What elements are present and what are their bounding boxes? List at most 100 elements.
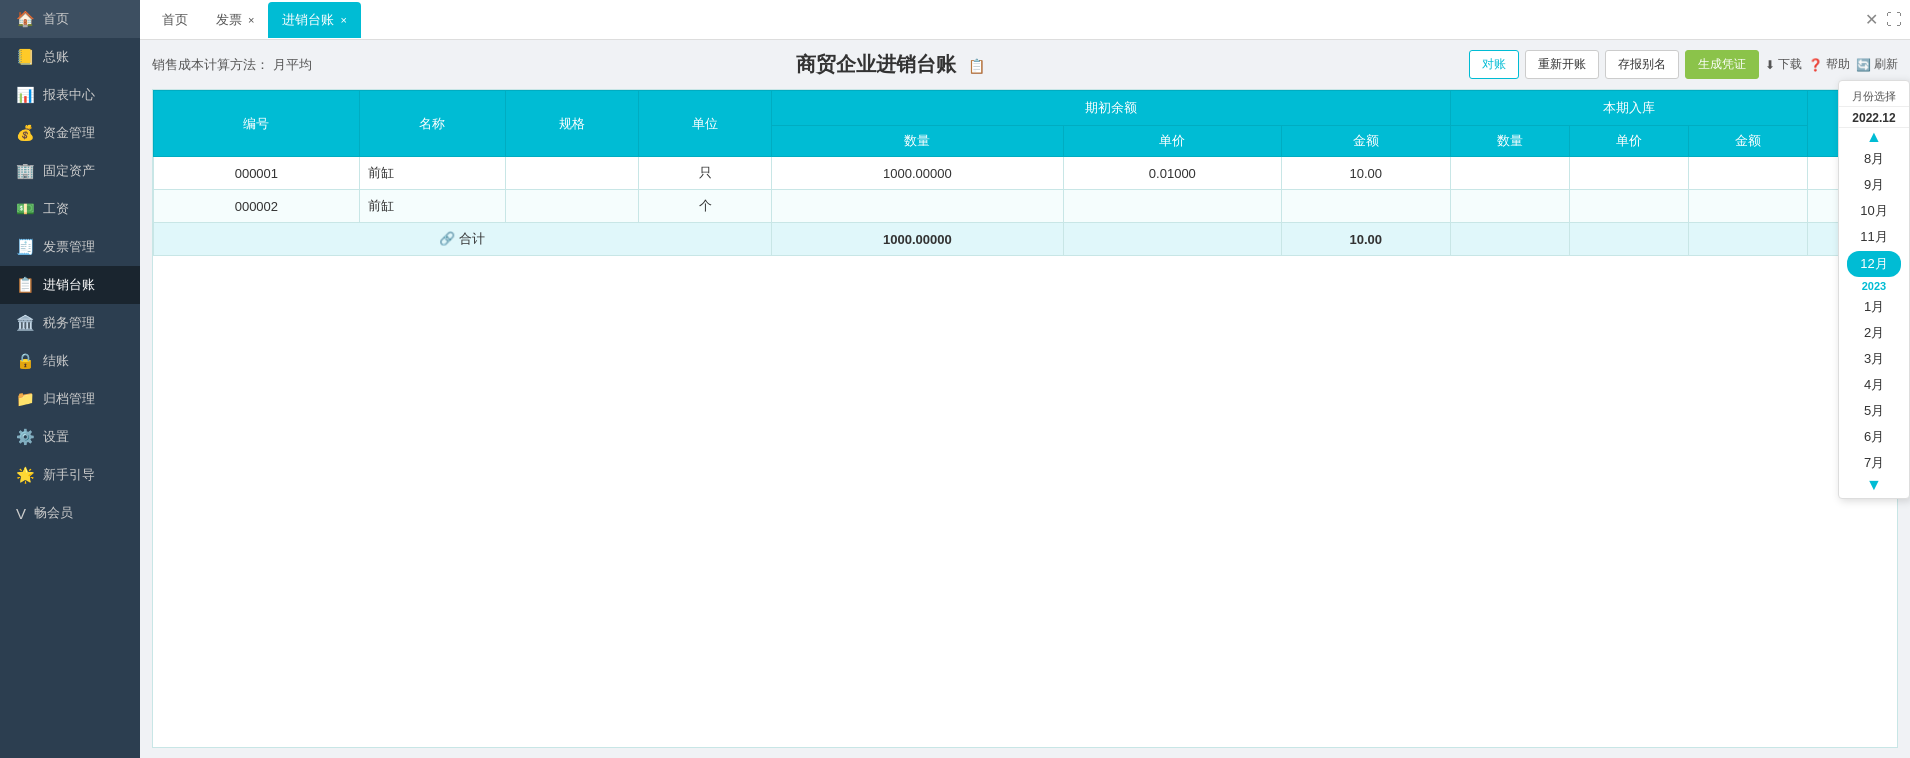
content-area: 销售成本计算方法： 月平均 商贸企业进销台账 📋 对账 重新开账 存报别名 生成… xyxy=(140,40,1910,758)
cell-spec xyxy=(506,157,639,190)
col-init-price: 单价 xyxy=(1063,126,1281,157)
page-title: 商贸企业进销台账 📋 xyxy=(320,51,1461,78)
title-text: 商贸企业进销台账 xyxy=(796,53,956,75)
sidebar-item-purchase-sales[interactable]: 📋进销台账 xyxy=(0,266,140,304)
cell-unit: 个 xyxy=(639,190,772,223)
col-in-amount: 金额 xyxy=(1689,126,1808,157)
table-header-row1: 编号 名称 规格 单位 期初余额 本期入库 数 xyxy=(154,91,1897,126)
sidebar-item-guide[interactable]: 🌟新手引导 xyxy=(0,456,140,494)
tab-purchase-sales-tab[interactable]: 进销台账 × xyxy=(268,2,360,38)
month-scroll-down-button[interactable]: ▼ xyxy=(1866,476,1882,494)
year-2023-label: 2023 xyxy=(1839,278,1909,294)
sidebar-label-close: 结账 xyxy=(43,352,69,370)
cell-code: 000001 xyxy=(154,157,360,190)
sidebar-item-payroll[interactable]: 💵工资 xyxy=(0,190,140,228)
download-button[interactable]: ⬇ 下载 xyxy=(1765,56,1802,73)
sidebar-label-vip: 畅会员 xyxy=(34,504,73,522)
month-panel-title: 月份选择 xyxy=(1839,85,1909,107)
reopen-button[interactable]: 重新开账 xyxy=(1525,50,1599,79)
close-icon: 🔒 xyxy=(16,352,35,370)
cell-name: 前缸 xyxy=(359,190,505,223)
help-icon: ❓ xyxy=(1808,58,1823,72)
main-area: 首页 发票 × 进销台账 × ✕ ⛶ 销售成本计算方法： 月平均 商贸企业进销台账 📋 … xyxy=(140,0,1910,758)
home-icon: 🏠 xyxy=(16,10,35,28)
cost-label-text: 销售成本计算方法： xyxy=(152,57,269,72)
month-2023-1[interactable]: 1月 xyxy=(1839,294,1909,320)
sidebar-item-vip[interactable]: V 畅会员 xyxy=(0,494,140,532)
total-in-price xyxy=(1569,223,1688,256)
close-window-button[interactable]: ✕ xyxy=(1865,10,1878,29)
purchase-sales-icon: 📋 xyxy=(16,276,35,294)
sidebar-item-tax[interactable]: 🏛️税务管理 xyxy=(0,304,140,342)
sidebar-label-guide: 新手引导 xyxy=(43,466,95,484)
cell-init-amount: 10.00 xyxy=(1281,157,1450,190)
sidebar-label-home: 首页 xyxy=(43,10,69,28)
col-unit: 单位 xyxy=(639,91,772,157)
save-as-button[interactable]: 存报别名 xyxy=(1605,50,1679,79)
title-icon: 📋 xyxy=(968,58,985,74)
col-name: 名称 xyxy=(359,91,505,157)
month-9[interactable]: 9月 xyxy=(1839,172,1909,198)
sidebar-item-archive[interactable]: 📁归档管理 xyxy=(0,380,140,418)
col-init-qty: 数量 xyxy=(771,126,1063,157)
sidebar-item-close[interactable]: 🔒 结账 xyxy=(0,342,140,380)
month-2023-5[interactable]: 5月 xyxy=(1839,398,1909,424)
cell-unit: 只 xyxy=(639,157,772,190)
tab-invoice-tab[interactable]: 发票 × xyxy=(202,2,268,38)
tab-label-purchase-sales-tab: 进销台账 xyxy=(282,11,334,29)
table-body: 000001 前缸 只 1000.00000 0.01000 10.00 000… xyxy=(154,157,1897,256)
sidebar-item-settings[interactable]: ⚙️设置 xyxy=(0,418,140,456)
refresh-icon: 🔄 xyxy=(1856,58,1871,72)
cost-method-label: 销售成本计算方法： 月平均 xyxy=(152,56,312,74)
tab-label-invoice-tab: 发票 xyxy=(216,11,242,29)
sidebar-item-home[interactable]: 🏠 首页 xyxy=(0,0,140,38)
month-2023-7[interactable]: 7月 xyxy=(1839,450,1909,476)
month-2023-4[interactable]: 4月 xyxy=(1839,372,1909,398)
toolbar-actions: 对账 重新开账 存报别名 生成凭证 ⬇ 下载 ❓ 帮助 🔄 刷新 xyxy=(1469,50,1898,79)
sidebar-item-funds[interactable]: 💰资金管理 xyxy=(0,114,140,152)
sidebar-label-funds: 资金管理 xyxy=(43,124,95,142)
total-init-amount: 10.00 xyxy=(1281,223,1450,256)
month-2023-6[interactable]: 6月 xyxy=(1839,424,1909,450)
archive-icon: 📁 xyxy=(16,390,35,408)
tab-label-home-tab: 首页 xyxy=(162,11,188,29)
report-icon: 📊 xyxy=(16,86,35,104)
table-total-row: 🔗合计 1000.00000 10.00 xyxy=(154,223,1897,256)
reconcile-button[interactable]: 对账 xyxy=(1469,50,1519,79)
invoice-mgmt-icon: 🧾 xyxy=(16,238,35,256)
sidebar-item-ledger[interactable]: 📒总账 xyxy=(0,38,140,76)
month-12[interactable]: 12月 xyxy=(1847,251,1901,277)
cell-in-amount xyxy=(1689,157,1808,190)
cell-init-price xyxy=(1063,190,1281,223)
ledger-icon: 📒 xyxy=(16,48,35,66)
cell-in-price xyxy=(1569,157,1688,190)
help-label: 帮助 xyxy=(1826,56,1850,73)
month-8[interactable]: 8月 xyxy=(1839,146,1909,172)
month-2023-3[interactable]: 3月 xyxy=(1839,346,1909,372)
month-10[interactable]: 10月 xyxy=(1839,198,1909,224)
sidebar-item-report[interactable]: 📊报表中心 xyxy=(0,76,140,114)
help-button[interactable]: ❓ 帮助 xyxy=(1808,56,1850,73)
sidebar-label-invoice-mgmt: 发票管理 xyxy=(43,238,95,256)
col-spec: 规格 xyxy=(506,91,639,157)
sidebar-item-invoice-mgmt[interactable]: 🧾 发票管理 xyxy=(0,228,140,266)
cell-init-qty xyxy=(771,190,1063,223)
col-code: 编号 xyxy=(154,91,360,157)
refresh-button[interactable]: 🔄 刷新 xyxy=(1856,56,1898,73)
month-2023-2[interactable]: 2月 xyxy=(1839,320,1909,346)
download-icon: ⬇ xyxy=(1765,58,1775,72)
sidebar-item-assets[interactable]: 🏢固定资产 xyxy=(0,152,140,190)
tab-close-purchase-sales-tab[interactable]: × xyxy=(340,14,346,26)
generate-button[interactable]: 生成凭证 xyxy=(1685,50,1759,79)
cell-name: 前缸 xyxy=(359,157,505,190)
tab-home-tab[interactable]: 首页 xyxy=(148,2,202,38)
month-scroll-up-button[interactable]: ▲ xyxy=(1866,128,1882,146)
payroll-icon: 💵 xyxy=(16,200,35,218)
month-11[interactable]: 11月 xyxy=(1839,224,1909,250)
total-init-price xyxy=(1063,223,1281,256)
total-in-qty xyxy=(1450,223,1569,256)
cell-init-amount xyxy=(1281,190,1450,223)
vip-icon: V xyxy=(16,505,26,522)
expand-window-button[interactable]: ⛶ xyxy=(1886,11,1902,29)
tab-close-invoice-tab[interactable]: × xyxy=(248,14,254,26)
